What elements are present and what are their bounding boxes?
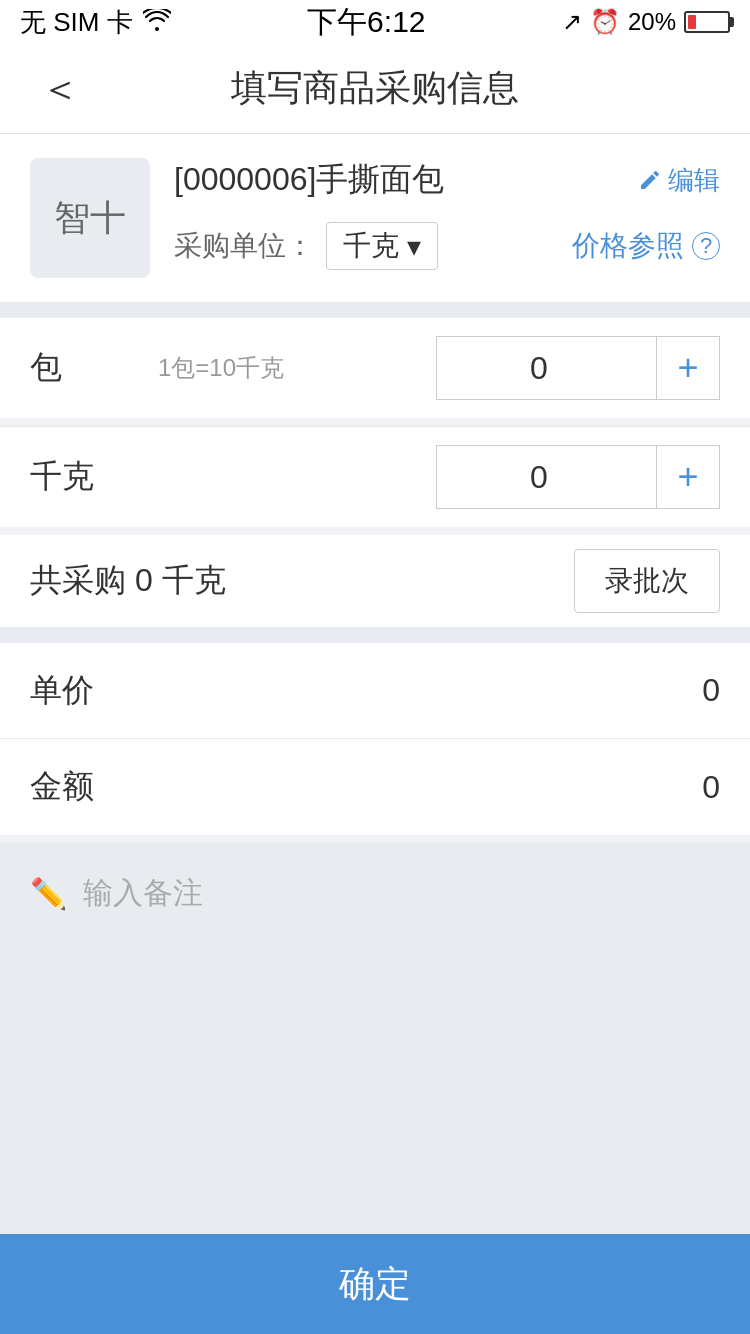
location-icon: ↗ [562, 8, 582, 36]
amount-label: 金额 [30, 765, 94, 809]
product-card: 智十 [0000006]手撕面包 编辑 采购单位： 千克 ▾ 价格参照 ? [0, 134, 750, 310]
price-ref-button[interactable]: 价格参照 ? [572, 227, 720, 265]
bag-label: 包 [30, 346, 150, 390]
confirm-button[interactable]: 确定 [0, 1234, 750, 1334]
product-logo: 智十 [54, 194, 126, 243]
kg-plus-button[interactable]: + [656, 445, 720, 509]
nav-bar: ＜ 填写商品采购信息 [0, 44, 750, 134]
status-right: ↗ ⏰ 20% [562, 8, 730, 36]
kg-input-right: + [436, 445, 720, 509]
kg-label: 千克 [30, 455, 150, 499]
bag-quantity-input[interactable] [436, 336, 656, 400]
kg-input-section: 千克 + [0, 427, 750, 527]
unit-price-value: 0 [702, 672, 720, 709]
section-divider-top [0, 310, 750, 318]
status-bar: 无 SIM 卡 下午6:12 ↗ ⏰ 20% [0, 0, 750, 44]
total-section: 共采购 0 千克 录批次 [0, 535, 750, 635]
unit-price-row: 单价 0 [0, 643, 750, 739]
page-title: 填写商品采购信息 [231, 64, 519, 113]
kg-input-row: 千克 + [0, 427, 750, 527]
bag-input-right: + [436, 336, 720, 400]
unit-select[interactable]: 千克 ▾ [326, 222, 438, 270]
bag-sub-label: 1包=10千克 [158, 352, 284, 384]
wifi-icon [143, 7, 171, 38]
bag-plus-button[interactable]: + [656, 336, 720, 400]
product-image: 智十 [30, 158, 150, 278]
status-left: 无 SIM 卡 [20, 5, 171, 40]
product-name: [0000006]手撕面包 [174, 158, 444, 202]
info-icon: ? [692, 232, 720, 260]
amount-value: 0 [702, 769, 720, 806]
product-info: [0000006]手撕面包 编辑 采购单位： 千克 ▾ 价格参照 ? [174, 158, 720, 270]
note-section[interactable]: ✏️ 输入备注 [0, 843, 750, 943]
alarm-icon: ⏰ [590, 8, 620, 36]
product-name-row: [0000006]手撕面包 编辑 [174, 158, 720, 202]
pencil-icon: ✏️ [30, 876, 67, 911]
unit-label: 采购单位： [174, 227, 314, 265]
record-batch-button[interactable]: 录批次 [574, 549, 720, 613]
edit-button[interactable]: 编辑 [638, 163, 720, 198]
total-text: 共采购 0 千克 [30, 559, 226, 603]
bag-input-row: 包 1包=10千克 + [0, 318, 750, 418]
unit-price-label: 单价 [30, 669, 94, 713]
note-placeholder: 输入备注 [83, 873, 203, 914]
section-divider-mid [0, 635, 750, 643]
status-time: 下午6:12 [307, 2, 425, 43]
chevron-down-icon: ▾ [407, 230, 421, 263]
battery-icon [684, 11, 730, 33]
back-button[interactable]: ＜ [30, 51, 90, 126]
pricing-section: 单价 0 金额 0 [0, 643, 750, 835]
kg-quantity-input[interactable] [436, 445, 656, 509]
bag-input-section: 包 1包=10千克 + [0, 318, 750, 418]
product-unit-row: 采购单位： 千克 ▾ 价格参照 ? [174, 222, 720, 270]
battery-percentage: 20% [628, 8, 676, 36]
carrier-label: 无 SIM 卡 [20, 5, 133, 40]
amount-row: 金额 0 [0, 739, 750, 835]
